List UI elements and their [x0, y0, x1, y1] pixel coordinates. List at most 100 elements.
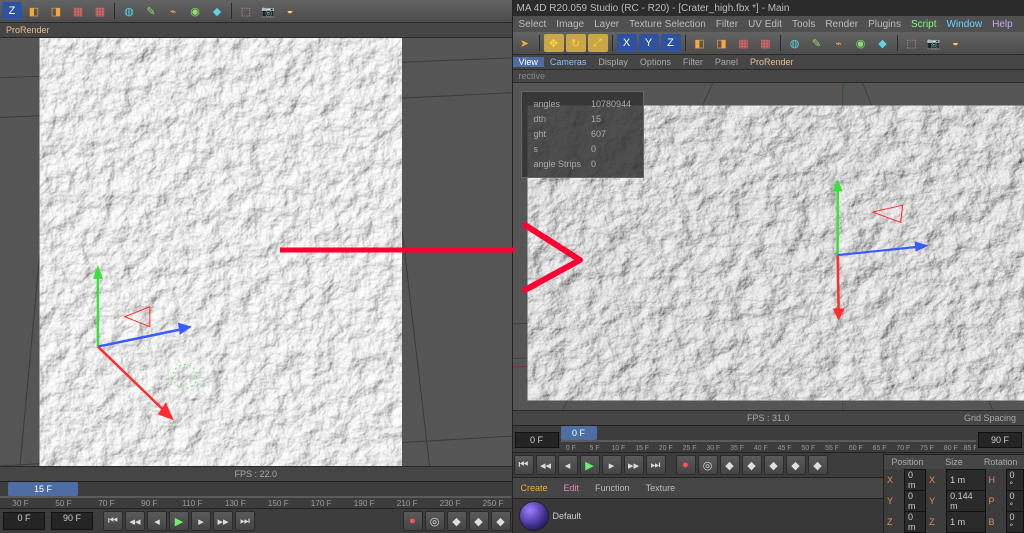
menu-select[interactable]: Select	[519, 19, 547, 30]
key-scale-icon[interactable]: ◆	[469, 511, 489, 531]
size-y[interactable]: 0.144 m	[947, 491, 985, 512]
rot-h[interactable]: 0 °	[1006, 470, 1023, 491]
autokey-icon[interactable]: ◎	[425, 511, 445, 531]
key-rot-icon[interactable]: ◆	[491, 511, 511, 531]
pen-icon[interactable]: ✎	[141, 2, 161, 20]
menu-texsel[interactable]: Texture Selection	[629, 19, 706, 30]
timeline-left[interactable]: 15 F 30 F50 F70 F 90 F110 F130 F 150 F17…	[0, 481, 512, 508]
prev-key-icon[interactable]: ◂◂	[125, 511, 145, 531]
frame-start-left[interactable]: 0 F	[3, 512, 45, 530]
frame-end-right[interactable]: 90 F	[978, 432, 1022, 448]
play-r-icon[interactable]: ▶	[580, 455, 600, 475]
tab-display[interactable]: Display	[592, 57, 634, 67]
tab-edit[interactable]: Edit	[556, 483, 588, 493]
env-icon-r[interactable]: ⬚	[902, 34, 922, 52]
tab-panel[interactable]: Panel	[709, 57, 744, 67]
cam-icon[interactable]: 📷	[924, 34, 944, 52]
camera-icon[interactable]: 📷	[258, 2, 278, 20]
tab-texture[interactable]: Texture	[638, 483, 684, 493]
prev-frame-r-icon[interactable]: ◂	[558, 455, 578, 475]
tab-options[interactable]: Options	[634, 57, 677, 67]
render-icon[interactable]: ▦	[734, 34, 754, 52]
film-icon[interactable]: ▦	[68, 2, 88, 20]
cursor-icon[interactable]: ➤	[515, 34, 535, 52]
pos-z[interactable]: 0 m	[905, 512, 926, 533]
tab-prorender[interactable]: ProRender	[0, 25, 56, 35]
tab-create[interactable]: Create	[513, 483, 556, 493]
playhead-left[interactable]: 15 F	[8, 482, 78, 496]
menu-tools[interactable]: Tools	[792, 19, 815, 30]
menu-image[interactable]: Image	[556, 19, 584, 30]
env-icon[interactable]: ⬚	[236, 2, 256, 20]
keysel-r-icon[interactable]: ◆	[720, 455, 740, 475]
tab-filter[interactable]: Filter	[677, 57, 709, 67]
coord-icon[interactable]: ◧	[690, 34, 710, 52]
menu-uvedit[interactable]: UV Edit	[748, 19, 782, 30]
pos-y[interactable]: 0 m	[905, 491, 926, 512]
prev-key-r-icon[interactable]: ◂◂	[536, 455, 556, 475]
coord2-icon[interactable]: ◨	[712, 34, 732, 52]
frame-end-left[interactable]: 90 F	[51, 512, 93, 530]
generator-icon[interactable]: ◉	[185, 2, 205, 20]
axis-y-icon[interactable]: Y	[639, 34, 659, 52]
light-icon-r[interactable]: ◒	[946, 34, 966, 52]
render2-icon[interactable]: ▦	[756, 34, 776, 52]
menu-window[interactable]: Window	[947, 19, 983, 30]
keyrot-r-icon[interactable]: ◆	[764, 455, 784, 475]
spline-icon[interactable]: ✎	[807, 34, 827, 52]
keyscl-r-icon[interactable]: ◆	[786, 455, 806, 475]
playhead-right[interactable]: 0 F	[561, 426, 597, 440]
menu-render[interactable]: Render	[825, 19, 858, 30]
axis-z-icon-r[interactable]: Z	[661, 34, 681, 52]
next-frame-icon[interactable]: ▸	[191, 511, 211, 531]
tab-prorender-r[interactable]: ProRender	[744, 57, 800, 67]
scale-icon[interactable]: ⤢	[588, 34, 608, 52]
rot-b[interactable]: 0 °	[1006, 512, 1023, 533]
goto-start-icon[interactable]: ⏮	[103, 511, 123, 531]
pos-x[interactable]: 0 m	[905, 470, 926, 491]
record-icon[interactable]: ●	[403, 511, 423, 531]
viewport-right[interactable]: angles10780944 dth15 ght607 s0 angle Str…	[513, 83, 1024, 410]
film2-icon[interactable]: ▦	[90, 2, 110, 20]
rotate-icon[interactable]: ↻	[566, 34, 586, 52]
viewport-left[interactable]	[0, 38, 512, 466]
axis-z-icon[interactable]: Z	[2, 2, 22, 20]
menu-filter[interactable]: Filter	[716, 19, 738, 30]
menu-help[interactable]: Help	[992, 19, 1013, 30]
nurbs-icon-r[interactable]: ⌁	[829, 34, 849, 52]
tab-view[interactable]: View	[513, 57, 544, 67]
play-back-icon[interactable]: ▶	[169, 511, 189, 531]
nurbs-icon[interactable]: ⌁	[163, 2, 183, 20]
key-pos-icon[interactable]: ◆	[447, 511, 467, 531]
prim-cube-icon[interactable]: ◍	[119, 2, 139, 20]
autokey-r-icon[interactable]: ◎	[698, 455, 718, 475]
def-icon[interactable]: ◆	[873, 34, 893, 52]
rot-p[interactable]: 0 °	[1006, 491, 1023, 512]
tab-function[interactable]: Function	[587, 483, 638, 493]
axis-x-icon[interactable]: X	[617, 34, 637, 52]
menu-script[interactable]: Script	[911, 19, 937, 30]
light-icon[interactable]: ◒	[280, 2, 300, 20]
deformer-icon[interactable]: ◆	[207, 2, 227, 20]
prev-frame-icon[interactable]: ◂	[147, 511, 167, 531]
record-r-icon[interactable]: ●	[676, 455, 696, 475]
cube2-icon[interactable]: ◨	[46, 2, 66, 20]
menu-plugins[interactable]: Plugins	[868, 19, 901, 30]
keypla-r-icon[interactable]: ◆	[808, 455, 828, 475]
keypos-r-icon[interactable]: ◆	[742, 455, 762, 475]
goto-start-r-icon[interactable]: ⏮	[514, 455, 534, 475]
cube-icon[interactable]: ◧	[24, 2, 44, 20]
tab-cameras[interactable]: Cameras	[544, 57, 593, 67]
next-key-r-icon[interactable]: ▸▸	[624, 455, 644, 475]
frame-start-right[interactable]: 0 F	[515, 432, 559, 448]
prim-icon[interactable]: ◍	[785, 34, 805, 52]
next-key-icon[interactable]: ▸▸	[213, 511, 233, 531]
goto-end-icon[interactable]: ⏭	[235, 511, 255, 531]
menu-layer[interactable]: Layer	[594, 19, 619, 30]
goto-end-r-icon[interactable]: ⏭	[646, 455, 666, 475]
timeline-right[interactable]: 0 F 0 F 0 F5 F10 F 15 F20 F25 F 30 F35 F…	[513, 425, 1024, 452]
move-icon[interactable]: ✥	[544, 34, 564, 52]
next-frame-r-icon[interactable]: ▸	[602, 455, 622, 475]
material-preview[interactable]	[519, 501, 549, 531]
size-x[interactable]: 1 m	[947, 470, 985, 491]
